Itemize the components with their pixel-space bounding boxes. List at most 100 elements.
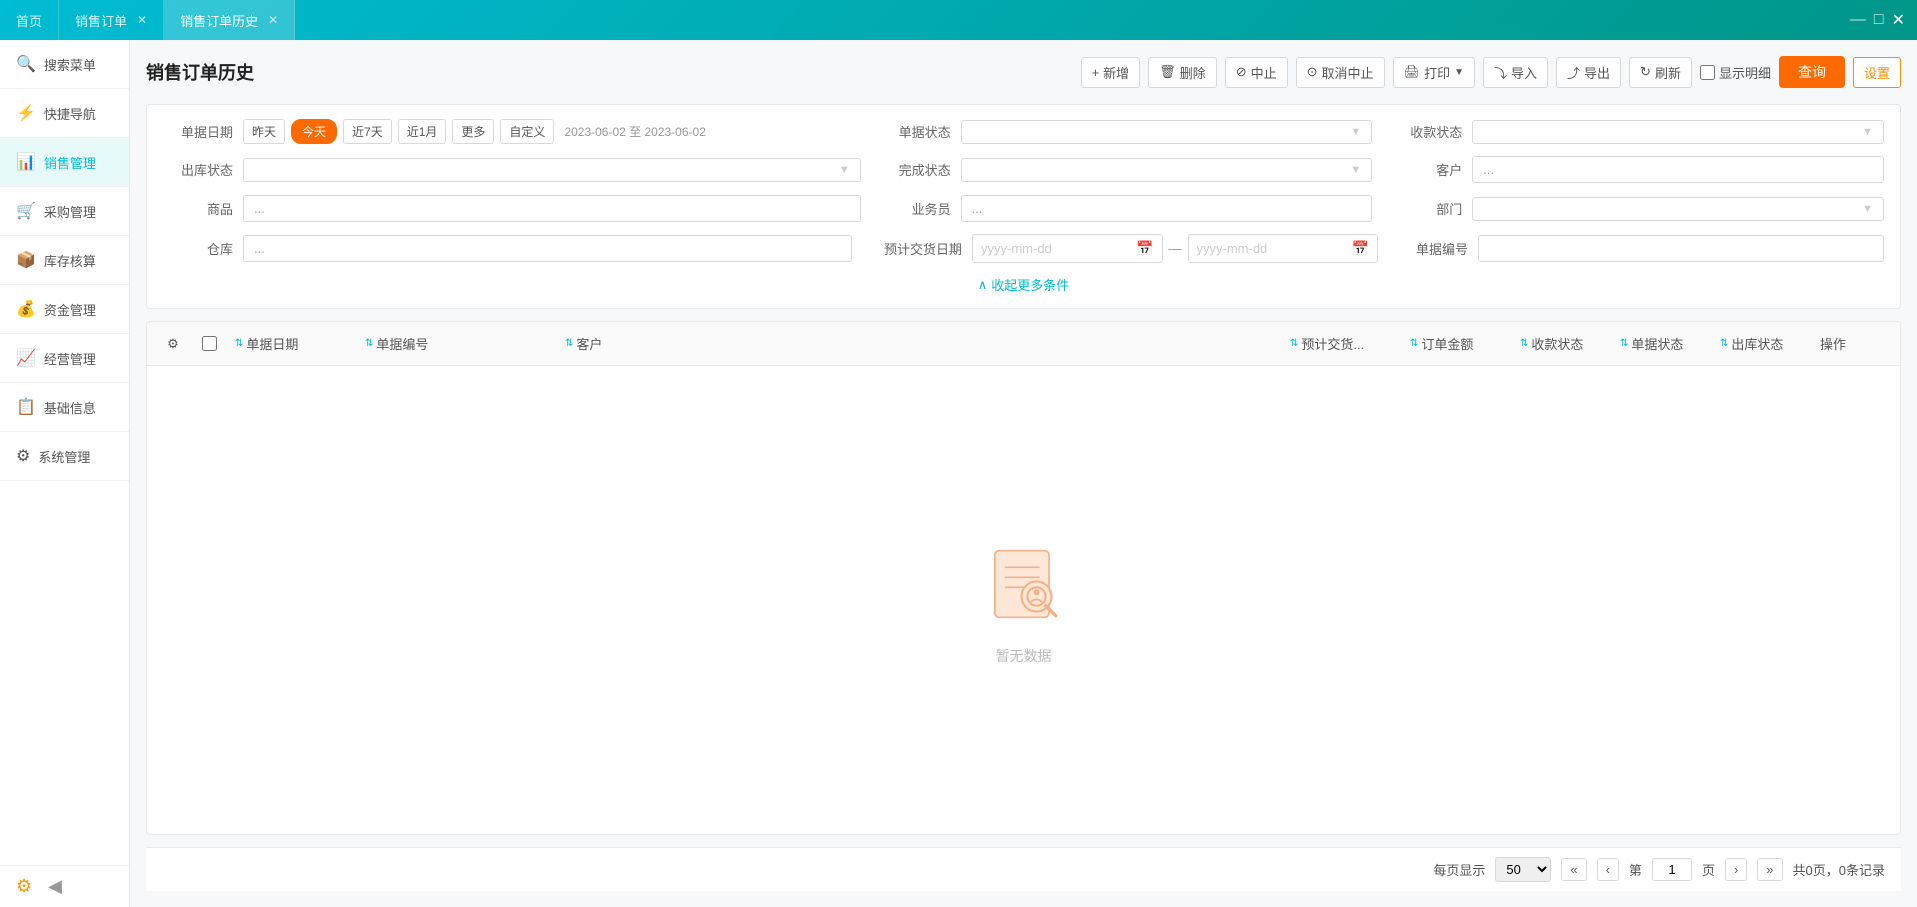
th-date[interactable]: ⇅ 单据日期	[227, 334, 357, 353]
prev-page-btn[interactable]: ‹	[1597, 858, 1619, 881]
sidebar-item-basic-info-label: 基础信息	[44, 398, 96, 417]
th-out-status[interactable]: ⇅ 出库状态	[1712, 334, 1812, 353]
status-select[interactable]: ▼	[961, 120, 1373, 144]
sidebar-collapse-icon[interactable]: ◀	[48, 876, 62, 897]
sidebar: 🔍 搜索菜单 ⚡ 快捷导航 📊 销售管理 🛒 采购管理 📦 库存核算 💰 资金管…	[0, 40, 130, 907]
import-button[interactable]: ⤵ 导入	[1483, 57, 1548, 88]
delivery-date-to[interactable]: yyyy-mm-dd 📅	[1188, 234, 1379, 263]
tab-sales-order-history-close[interactable]: ✕	[268, 13, 278, 27]
pay-status-select[interactable]: ▼	[1472, 120, 1884, 144]
empty-text: 暂无数据	[996, 646, 1052, 666]
product-select-btn[interactable]: ...	[243, 195, 861, 222]
sales-select-btn[interactable]: ...	[961, 195, 1373, 222]
page-label: 第	[1629, 860, 1642, 879]
date-btn-7days[interactable]: 近7天	[343, 119, 392, 144]
close-window-btn[interactable]: ✕	[1892, 10, 1905, 30]
th-amount[interactable]: ⇅ 订单金额	[1402, 334, 1512, 353]
stop-button[interactable]: ⊘ 中止	[1225, 57, 1288, 88]
delivery-date-from[interactable]: yyyy-mm-dd 📅	[972, 234, 1163, 263]
complete-label: 完成状态	[881, 160, 961, 179]
sidebar-item-operations-mgmt[interactable]: 📈 经营管理	[0, 334, 129, 383]
query-button[interactable]: 查询	[1779, 56, 1845, 88]
sidebar-item-inventory-check[interactable]: 📦 库存核算	[0, 236, 129, 285]
new-button[interactable]: + 新增	[1081, 57, 1141, 88]
tab-sales-order-label: 销售订单	[75, 11, 127, 30]
complete-select[interactable]: ▼	[961, 158, 1373, 182]
page-number-input[interactable]	[1652, 858, 1692, 881]
warehouse-select-btn[interactable]: ...	[243, 235, 852, 262]
date-btn-today[interactable]: 今天	[291, 119, 337, 144]
th-pay-status[interactable]: ⇅ 收款状态	[1512, 334, 1612, 353]
calendar-to-icon[interactable]: 📅	[1352, 240, 1369, 257]
sidebar-item-finance-mgmt[interactable]: 💰 资金管理	[0, 285, 129, 334]
status-control: ▼	[961, 120, 1373, 144]
sales-label: 业务员	[881, 199, 961, 218]
quick-nav-icon: ⚡	[16, 103, 36, 123]
settings-button[interactable]: 设置	[1853, 57, 1901, 88]
first-page-btn[interactable]: «	[1561, 858, 1586, 881]
export-button[interactable]: ⤴ 导出	[1556, 57, 1621, 88]
tab-home[interactable]: 首页	[0, 0, 59, 40]
order-num-control	[1478, 235, 1884, 262]
tab-list: 首页 销售订单 ✕ 销售订单历史 ✕	[0, 0, 1838, 40]
date-btn-1month[interactable]: 近1月	[398, 119, 447, 144]
th-order-status[interactable]: ⇅ 单据状态	[1612, 334, 1712, 353]
date-btn-custom[interactable]: 自定义	[500, 119, 554, 144]
th-date-label: 单据日期	[246, 334, 298, 353]
refresh-button[interactable]: ↻ 刷新	[1629, 57, 1692, 88]
tab-sales-order-history[interactable]: 销售订单历史 ✕	[164, 0, 295, 40]
th-action-label: 操作	[1820, 334, 1846, 353]
page-size-label: 每页显示	[1433, 860, 1485, 879]
sidebar-item-purchase-mgmt[interactable]: 🛒 采购管理	[0, 187, 129, 236]
date-btn-yesterday[interactable]: 昨天	[243, 119, 285, 144]
print-button[interactable]: 🖨 打印 ▼	[1393, 57, 1475, 88]
filter-row-3: 商品 ... 业务员 ... 部门 ▼	[163, 195, 1884, 222]
collapse-row[interactable]: ∧ 收起更多条件	[163, 275, 1884, 294]
print-icon: 🖨	[1404, 64, 1421, 80]
sidebar-item-sales-mgmt[interactable]: 📊 销售管理	[0, 138, 129, 187]
sidebar-item-search-menu[interactable]: 🔍 搜索菜单	[0, 40, 129, 89]
dept-label: 部门	[1392, 199, 1472, 218]
select-all-checkbox[interactable]	[202, 336, 217, 351]
tab-sales-order[interactable]: 销售订单 ✕	[59, 0, 164, 40]
show-detail-checkbox[interactable]	[1700, 65, 1715, 80]
sidebar-settings-icon[interactable]: ⚙	[16, 876, 32, 897]
sidebar-item-quick-nav[interactable]: ⚡ 快捷导航	[0, 89, 129, 138]
date-range-text: 2023-06-02 至 2023-06-02	[564, 123, 705, 140]
table-section: ⚙ ⇅ 单据日期 ⇅ 单据编号 ⇅ 客户 ⇅	[146, 321, 1901, 835]
th-delivery-label: 预计交货...	[1301, 334, 1364, 353]
sidebar-item-finance-mgmt-label: 资金管理	[44, 300, 96, 319]
th-customer-label: 客户	[576, 334, 602, 353]
th-num[interactable]: ⇅ 单据编号	[357, 334, 557, 353]
show-detail-checkbox-label[interactable]: 显示明细	[1700, 63, 1771, 82]
purchase-mgmt-icon: 🛒	[16, 201, 36, 221]
th-gear[interactable]: ⚙	[155, 336, 191, 352]
customer-select-btn[interactable]: ...	[1472, 156, 1884, 183]
calendar-from-icon[interactable]: 📅	[1136, 240, 1153, 257]
delete-button[interactable]: 🗑 删除	[1148, 57, 1217, 88]
cancel-stop-button[interactable]: ⊙ 取消中止	[1296, 57, 1385, 88]
next-page-btn[interactable]: ›	[1725, 858, 1747, 881]
order-num-input[interactable]	[1478, 235, 1884, 262]
sidebar-item-basic-info[interactable]: 📋 基础信息	[0, 383, 129, 432]
th-customer[interactable]: ⇅ 客户	[557, 334, 1282, 353]
tab-sales-order-close[interactable]: ✕	[137, 13, 147, 27]
sidebar-item-system-mgmt[interactable]: ⚙ 系统管理	[0, 432, 129, 481]
delivery-date-from-text: yyyy-mm-dd	[981, 241, 1052, 256]
out-status-select[interactable]: ▼	[243, 158, 861, 182]
maximize-btn[interactable]: □	[1874, 11, 1884, 29]
dept-select[interactable]: ▼	[1472, 197, 1884, 221]
complete-select-arrow: ▼	[1350, 164, 1361, 176]
last-page-btn[interactable]: »	[1757, 858, 1782, 881]
warehouse-label: 仓库	[163, 239, 243, 258]
pay-status-label: 收款状态	[1392, 122, 1472, 141]
date-btn-more[interactable]: 更多	[452, 119, 494, 144]
query-label: 查询	[1798, 62, 1826, 82]
date-label: 单据日期	[163, 122, 243, 141]
minimize-btn[interactable]: —	[1850, 11, 1866, 29]
gear-icon[interactable]: ⚙	[167, 336, 179, 352]
th-delivery[interactable]: ⇅ 预计交货...	[1282, 334, 1402, 353]
delivery-date-to-text: yyyy-mm-dd	[1197, 241, 1268, 256]
sort-customer-icon: ⇅	[565, 338, 573, 349]
page-size-select[interactable]: 50 10 20 100	[1495, 857, 1551, 882]
